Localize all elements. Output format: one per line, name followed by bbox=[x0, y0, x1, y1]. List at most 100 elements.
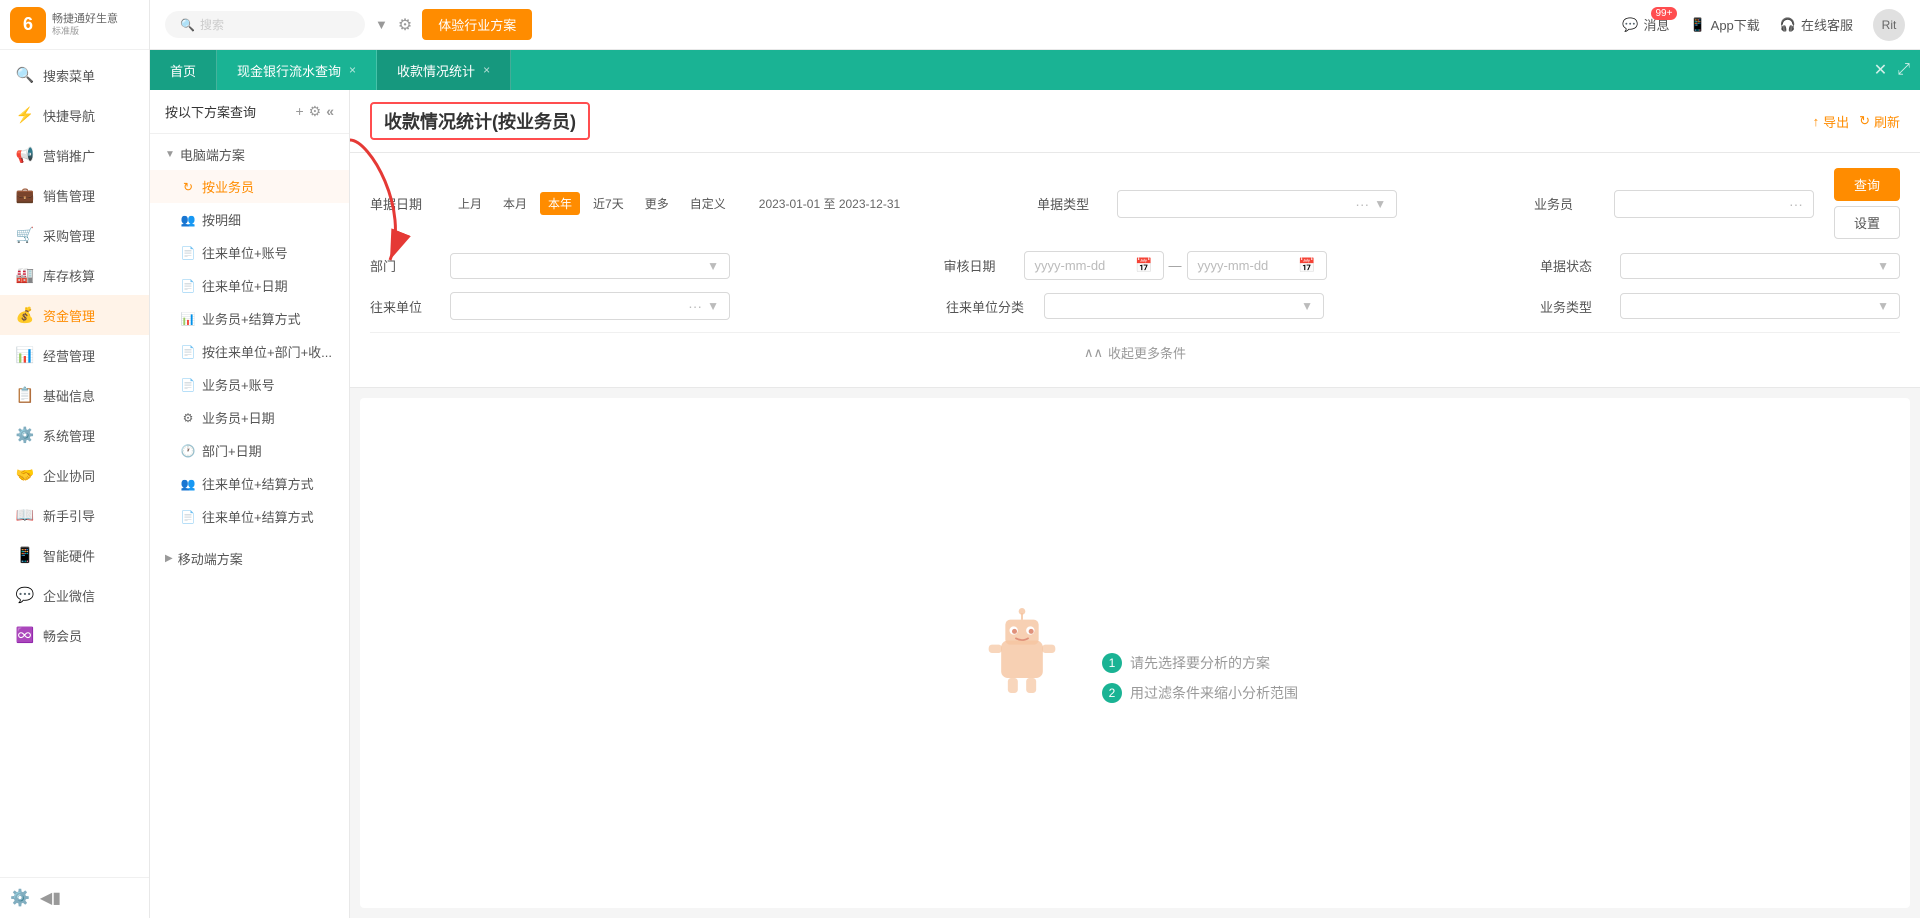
partner-cat-select[interactable]: ▼ bbox=[1044, 293, 1324, 319]
salesperson-more-icon[interactable]: ··· bbox=[1789, 196, 1803, 212]
date-tabs: 上月 本月 本年 近7天 更多 自定义 bbox=[450, 192, 734, 215]
tab-close-all-btn[interactable]: ✕ bbox=[1874, 60, 1887, 80]
sidebar-item-system[interactable]: ⚙️ 系统管理 bbox=[0, 415, 149, 455]
scheme-group-mobile-header[interactable]: ▶ 移动端方案 bbox=[150, 543, 349, 574]
date-tab-7days[interactable]: 近7天 bbox=[585, 192, 632, 215]
collapse-footer-btn[interactable]: ◀▮ bbox=[40, 888, 61, 908]
right-content: 收款情况统计(按业务员) ↑ 导出 ↻ 刷新 bbox=[350, 90, 1920, 918]
scheme-item-detail[interactable]: 👥 按明细 bbox=[150, 203, 349, 236]
salesperson-select[interactable]: ··· bbox=[1614, 190, 1814, 218]
partner-select[interactable]: ··· ▼ bbox=[450, 292, 730, 320]
dropdown-icon[interactable]: ▼ bbox=[375, 17, 388, 32]
scheme-item-sales-settle[interactable]: 📊 业务员+结算方式 bbox=[150, 302, 349, 335]
date-tab-thisyear[interactable]: 本年 bbox=[540, 192, 580, 215]
tabbar-right: ✕ ⤢ bbox=[1874, 50, 1920, 90]
sidebar-item-purchase[interactable]: 🛒 采购管理 bbox=[0, 215, 149, 255]
app-download-btn[interactable]: 📱 App下载 bbox=[1689, 15, 1759, 34]
sidebar-item-marketing[interactable]: 📢 营销推广 bbox=[0, 135, 149, 175]
scheme-settings-btn[interactable]: ⚙ bbox=[309, 103, 322, 120]
sidebar-item-basicinfo[interactable]: 📋 基础信息 bbox=[0, 375, 149, 415]
scheme-group-pc-header[interactable]: ▼ 电脑端方案 bbox=[150, 139, 349, 170]
tab-receipt-stats[interactable]: 收款情况统计 × bbox=[377, 50, 511, 90]
search-bar[interactable]: 🔍 搜索 bbox=[165, 11, 365, 38]
audit-date-from[interactable]: yyyy-mm-dd 📅 bbox=[1024, 251, 1164, 280]
scheme-item-partner-settle1[interactable]: 👥 往来单位+结算方式 bbox=[150, 467, 349, 500]
sidebar-item-inventory[interactable]: 🏭 库存核算 bbox=[0, 255, 149, 295]
download-icon: 📱 bbox=[1689, 17, 1705, 33]
date-tab-lastmonth[interactable]: 上月 bbox=[450, 192, 490, 215]
tab-maximize-btn[interactable]: ⤢ bbox=[1897, 61, 1910, 79]
export-btn[interactable]: ↑ 导出 bbox=[1813, 112, 1850, 131]
tab-bank-flow[interactable]: 现金银行流水查询 × bbox=[217, 50, 377, 90]
audit-date-to[interactable]: yyyy-mm-dd 📅 bbox=[1187, 251, 1327, 280]
purchase-icon: 🛒 bbox=[15, 225, 35, 245]
tip1-number: 1 bbox=[1102, 653, 1122, 673]
add-scheme-btn[interactable]: + bbox=[295, 103, 303, 120]
online-service-btn[interactable]: 🎧 在线客服 bbox=[1780, 15, 1853, 34]
collapse-bar[interactable]: ∧∧ 收起更多条件 bbox=[370, 332, 1900, 372]
scheme-pa-icon: 📄 bbox=[180, 245, 196, 261]
topbar-right: 💬 消息 99+ 📱 App下载 🎧 在线客服 Rit bbox=[1622, 9, 1905, 41]
scheme-item-partner-dept[interactable]: 📄 按往来单位+部门+收... bbox=[150, 335, 349, 368]
page-title: 收款情况统计(按业务员) bbox=[384, 112, 576, 132]
tab-close-bank[interactable]: × bbox=[349, 63, 356, 77]
left-panel: 按以下方案查询 + ⚙ « ▼ 电脑端方案 ↻ 按业务员 bbox=[150, 90, 350, 918]
filter-row-2: 部门 ▼ 审核日期 yyyy-mm-dd 📅 — bbox=[370, 251, 1900, 280]
refresh-btn[interactable]: ↻ 刷新 bbox=[1859, 112, 1900, 131]
main-area: 🔍 搜索 ▼ ⚙ 体验行业方案 💬 消息 99+ 📱 App下载 🎧 在线客服 bbox=[150, 0, 1920, 918]
query-btn[interactable]: 查询 bbox=[1834, 168, 1900, 201]
scheme-item-partner-settle2[interactable]: 📄 往来单位+结算方式 bbox=[150, 500, 349, 533]
scheme-ddate-icon: 🕐 bbox=[180, 443, 196, 459]
sidebar-item-guide[interactable]: 📖 新手引导 bbox=[0, 495, 149, 535]
panel-collapse-btn[interactable]: « bbox=[326, 103, 334, 120]
scheme-item-sales-date[interactable]: ⚙ 业务员+日期 bbox=[150, 401, 349, 434]
biztype-label: 业务类型 bbox=[1540, 297, 1600, 316]
user-avatar[interactable]: Rit bbox=[1873, 9, 1905, 41]
tab-close-receipt[interactable]: × bbox=[483, 63, 490, 77]
sidebar-item-hardware[interactable]: 📱 智能硬件 bbox=[0, 535, 149, 575]
sidebar-item-wechat[interactable]: 💬 企业微信 bbox=[0, 575, 149, 615]
sidebar-item-quicknav[interactable]: ⚡ 快捷导航 bbox=[0, 95, 149, 135]
sidebar-item-sales[interactable]: 💼 销售管理 bbox=[0, 175, 149, 215]
biztype-select[interactable]: ▼ bbox=[1620, 293, 1900, 319]
scheme-item-partner-account[interactable]: 📄 往来单位+账号 bbox=[150, 236, 349, 269]
filter-row-3: 往来单位 ··· ▼ 往来单位分类 ▼ bbox=[370, 292, 1900, 320]
inventory-icon: 🏭 bbox=[15, 265, 35, 285]
scheme-item-sales-account[interactable]: 📄 业务员+账号 bbox=[150, 368, 349, 401]
doctype-select[interactable]: ··· ▼ bbox=[1117, 190, 1397, 218]
scheme-item-partner-date[interactable]: 📄 往来单位+日期 bbox=[150, 269, 349, 302]
scheme-item-salesperson[interactable]: ↻ 按业务员 bbox=[150, 170, 349, 203]
chevron-down-icon: ▼ bbox=[165, 149, 175, 160]
scheme-item-dept-date[interactable]: 🕐 部门+日期 bbox=[150, 434, 349, 467]
sales-icon: 💼 bbox=[15, 185, 35, 205]
date-tab-custom[interactable]: 自定义 bbox=[682, 192, 734, 215]
sidebar-item-finance[interactable]: 💰 资金管理 bbox=[0, 295, 149, 335]
partner-more-icon[interactable]: ··· bbox=[688, 298, 702, 314]
empty-illustration bbox=[972, 603, 1072, 703]
scheme-sacc-icon: 📄 bbox=[180, 377, 196, 393]
scheme-ps1-icon: 👥 bbox=[180, 476, 196, 492]
settings-footer-btn[interactable]: ⚙️ bbox=[10, 888, 30, 908]
sidebar-item-operations[interactable]: 📊 经营管理 bbox=[0, 335, 149, 375]
sidebar-item-enterprise[interactable]: 🤝 企业协同 bbox=[0, 455, 149, 495]
docstatus-chevron-icon: ▼ bbox=[1877, 259, 1889, 273]
biztype-chevron-icon: ▼ bbox=[1877, 299, 1889, 313]
message-btn[interactable]: 💬 消息 99+ bbox=[1622, 15, 1669, 34]
date-tab-more[interactable]: 更多 bbox=[637, 192, 677, 215]
sidebar-item-member[interactable]: ♾️ 畅会员 bbox=[0, 615, 149, 655]
scheme-ps2-icon: 📄 bbox=[180, 509, 196, 525]
partner-cat-label: 往来单位分类 bbox=[946, 297, 1024, 316]
trial-btn[interactable]: 体验行业方案 bbox=[422, 9, 532, 40]
finance-icon: 💰 bbox=[15, 305, 35, 325]
docstatus-select[interactable]: ▼ bbox=[1620, 253, 1900, 279]
audit-date-label: 审核日期 bbox=[944, 256, 1004, 275]
settings-btn[interactable]: 设置 bbox=[1834, 206, 1900, 239]
sidebar-item-search[interactable]: 🔍 搜索菜单 bbox=[0, 55, 149, 95]
doctype-more-icon[interactable]: ··· bbox=[1355, 196, 1369, 212]
date-tab-thismonth[interactable]: 本月 bbox=[495, 192, 535, 215]
dept-select[interactable]: ▼ bbox=[450, 253, 730, 279]
settings-icon[interactable]: ⚙ bbox=[398, 15, 412, 35]
search-icon: 🔍 bbox=[180, 18, 195, 32]
refresh-icon: ↻ bbox=[1859, 113, 1870, 129]
tab-home[interactable]: 首页 bbox=[150, 50, 217, 90]
